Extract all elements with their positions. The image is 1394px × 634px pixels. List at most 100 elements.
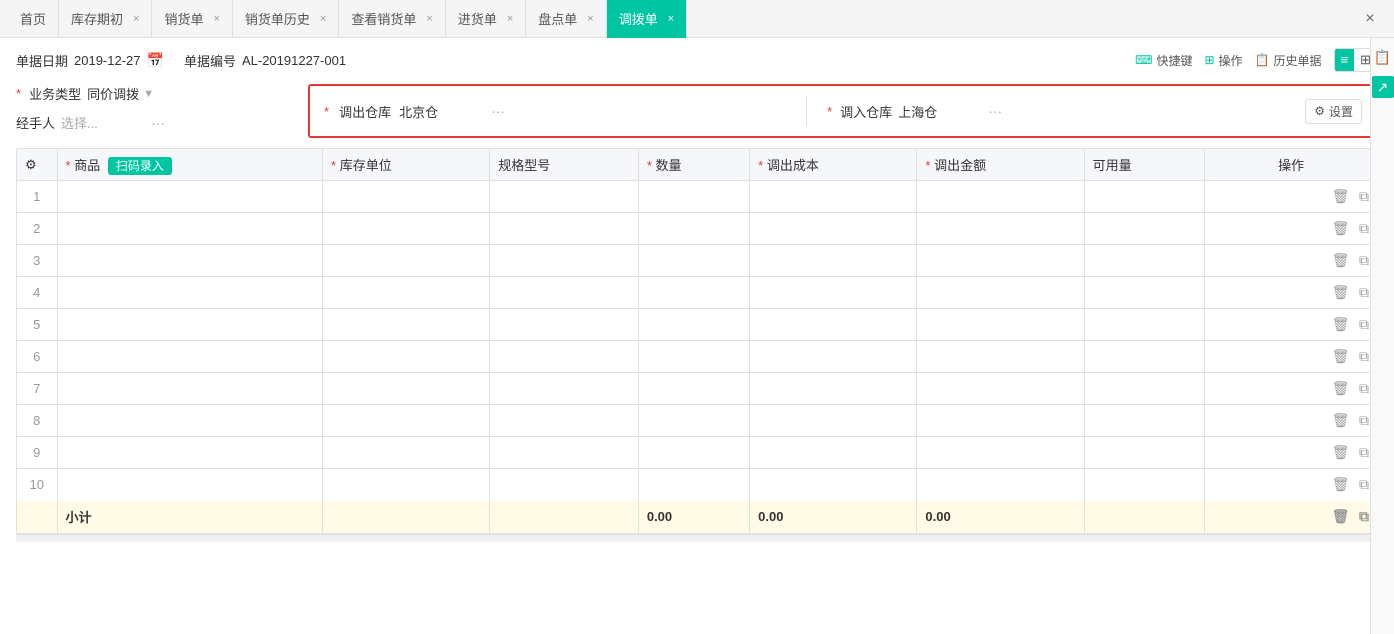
row-5-cost[interactable] xyxy=(750,309,917,341)
row-6-delete-icon[interactable]: 🗑 xyxy=(1332,348,1350,364)
tab-close-purchase-order[interactable]: × xyxy=(507,13,513,25)
tab-view-sales[interactable]: 查看销货单 × xyxy=(339,0,445,38)
tab-stocktake[interactable]: 盘点单 × xyxy=(526,0,606,38)
row-5-quantity[interactable] xyxy=(638,309,749,341)
handler-input[interactable]: 选择... xyxy=(61,113,141,132)
tab-close-view-sales[interactable]: × xyxy=(426,13,432,25)
row-6-spec[interactable] xyxy=(490,341,639,373)
layout-list-button[interactable]: ≡ xyxy=(1335,49,1355,71)
horizontal-scrollbar[interactable] xyxy=(16,534,1378,542)
row-4-quantity[interactable] xyxy=(638,277,749,309)
window-close-button[interactable]: × xyxy=(1354,3,1386,35)
row-7-product[interactable] xyxy=(57,373,323,405)
row-6-quantity[interactable] xyxy=(638,341,749,373)
target-warehouse-more-button[interactable]: ··· xyxy=(988,103,1002,119)
row-8-cost[interactable] xyxy=(750,405,917,437)
subtotal-copy-icon[interactable]: ⧉ xyxy=(1359,508,1369,524)
row-3-cost[interactable] xyxy=(750,245,917,277)
row-10-unit[interactable] xyxy=(323,469,490,501)
row-6-product[interactable] xyxy=(57,341,323,373)
row-5-delete-icon[interactable]: 🗑 xyxy=(1332,316,1350,332)
sidebar-note-icon[interactable]: 📋 xyxy=(1372,46,1394,68)
row-7-unit[interactable] xyxy=(323,373,490,405)
row-10-amount[interactable] xyxy=(917,469,1084,501)
row-3-available[interactable] xyxy=(1084,245,1205,277)
row-9-available[interactable] xyxy=(1084,437,1205,469)
row-6-unit[interactable] xyxy=(323,341,490,373)
row-7-available[interactable] xyxy=(1084,373,1205,405)
row-3-unit[interactable] xyxy=(323,245,490,277)
row-9-unit[interactable] xyxy=(323,437,490,469)
row-10-spec[interactable] xyxy=(490,469,639,501)
business-type-select[interactable]: 同价调拨 ▼ xyxy=(87,84,267,103)
row-9-product[interactable] xyxy=(57,437,323,469)
source-warehouse-value[interactable]: 北京仓 xyxy=(399,102,479,121)
tab-sales-order[interactable]: 销货单 × xyxy=(152,0,232,38)
row-4-amount[interactable] xyxy=(917,277,1084,309)
row-1-quantity[interactable] xyxy=(638,181,749,213)
row-2-product[interactable] xyxy=(57,213,323,245)
row-10-delete-icon[interactable]: 🗑 xyxy=(1332,476,1350,492)
tab-transfer[interactable]: 调拨单 × xyxy=(607,0,687,38)
row-6-available[interactable] xyxy=(1084,341,1205,373)
row-2-copy-icon[interactable]: ⧉ xyxy=(1359,220,1369,236)
row-3-quantity[interactable] xyxy=(638,245,749,277)
date-value[interactable]: 2019-12-27 xyxy=(74,53,141,68)
row-9-delete-icon[interactable]: 🗑 xyxy=(1332,444,1350,460)
row-4-copy-icon[interactable]: ⧉ xyxy=(1359,284,1369,300)
tab-sales-history[interactable]: 销货单历史 × xyxy=(233,0,339,38)
row-4-delete-icon[interactable]: 🗑 xyxy=(1332,284,1350,300)
row-10-product[interactable] xyxy=(57,469,323,501)
row-4-spec[interactable] xyxy=(490,277,639,309)
row-8-quantity[interactable] xyxy=(638,405,749,437)
row-3-spec[interactable] xyxy=(490,245,639,277)
handler-more-button[interactable]: ··· xyxy=(151,115,165,131)
row-8-product[interactable] xyxy=(57,405,323,437)
row-2-amount[interactable] xyxy=(917,213,1084,245)
row-5-available[interactable] xyxy=(1084,309,1205,341)
row-3-product[interactable] xyxy=(57,245,323,277)
form-settings-button[interactable]: ⚙ 设置 xyxy=(1305,99,1362,124)
tab-close-stocktake[interactable]: × xyxy=(587,13,593,25)
row-2-delete-icon[interactable]: 🗑 xyxy=(1332,220,1350,236)
row-8-delete-icon[interactable]: 🗑 xyxy=(1332,412,1350,428)
row-9-spec[interactable] xyxy=(490,437,639,469)
row-5-amount[interactable] xyxy=(917,309,1084,341)
sidebar-export-icon[interactable]: ↗ xyxy=(1372,76,1394,98)
row-7-amount[interactable] xyxy=(917,373,1084,405)
row-9-copy-icon[interactable]: ⧉ xyxy=(1359,444,1369,460)
calendar-icon[interactable]: 📅 xyxy=(147,52,164,69)
row-2-available[interactable] xyxy=(1084,213,1205,245)
row-5-product[interactable] xyxy=(57,309,323,341)
row-1-amount[interactable] xyxy=(917,181,1084,213)
row-4-cost[interactable] xyxy=(750,277,917,309)
row-5-unit[interactable] xyxy=(323,309,490,341)
row-1-product[interactable] xyxy=(57,181,323,213)
shortcut-key-button[interactable]: ⌨ 快捷键 xyxy=(1135,52,1192,69)
subtotal-delete-icon[interactable]: 🗑 xyxy=(1332,508,1350,524)
row-3-copy-icon[interactable]: ⧉ xyxy=(1359,252,1369,268)
row-7-quantity[interactable] xyxy=(638,373,749,405)
tab-home[interactable]: 首页 xyxy=(8,0,59,38)
row-1-cost[interactable] xyxy=(750,181,917,213)
row-7-spec[interactable] xyxy=(490,373,639,405)
row-4-available[interactable] xyxy=(1084,277,1205,309)
target-warehouse-value[interactable]: 上海仓 xyxy=(898,102,978,121)
col-settings-header[interactable]: ⚙ xyxy=(17,149,57,181)
row-8-amount[interactable] xyxy=(917,405,1084,437)
tab-purchase-order[interactable]: 进货单 × xyxy=(446,0,526,38)
row-7-delete-icon[interactable]: 🗑 xyxy=(1332,380,1350,396)
tab-close-sales-order[interactable]: × xyxy=(213,13,219,25)
row-2-spec[interactable] xyxy=(490,213,639,245)
tab-close-transfer[interactable]: × xyxy=(668,13,674,25)
tab-close-sales-history[interactable]: × xyxy=(320,13,326,25)
row-2-unit[interactable] xyxy=(323,213,490,245)
row-4-unit[interactable] xyxy=(323,277,490,309)
source-warehouse-more-button[interactable]: ··· xyxy=(491,103,505,119)
row-2-cost[interactable] xyxy=(750,213,917,245)
row-8-copy-icon[interactable]: ⧉ xyxy=(1359,412,1369,428)
row-3-amount[interactable] xyxy=(917,245,1084,277)
row-9-cost[interactable] xyxy=(750,437,917,469)
tab-close-inventory-init[interactable]: × xyxy=(133,13,139,25)
row-6-cost[interactable] xyxy=(750,341,917,373)
